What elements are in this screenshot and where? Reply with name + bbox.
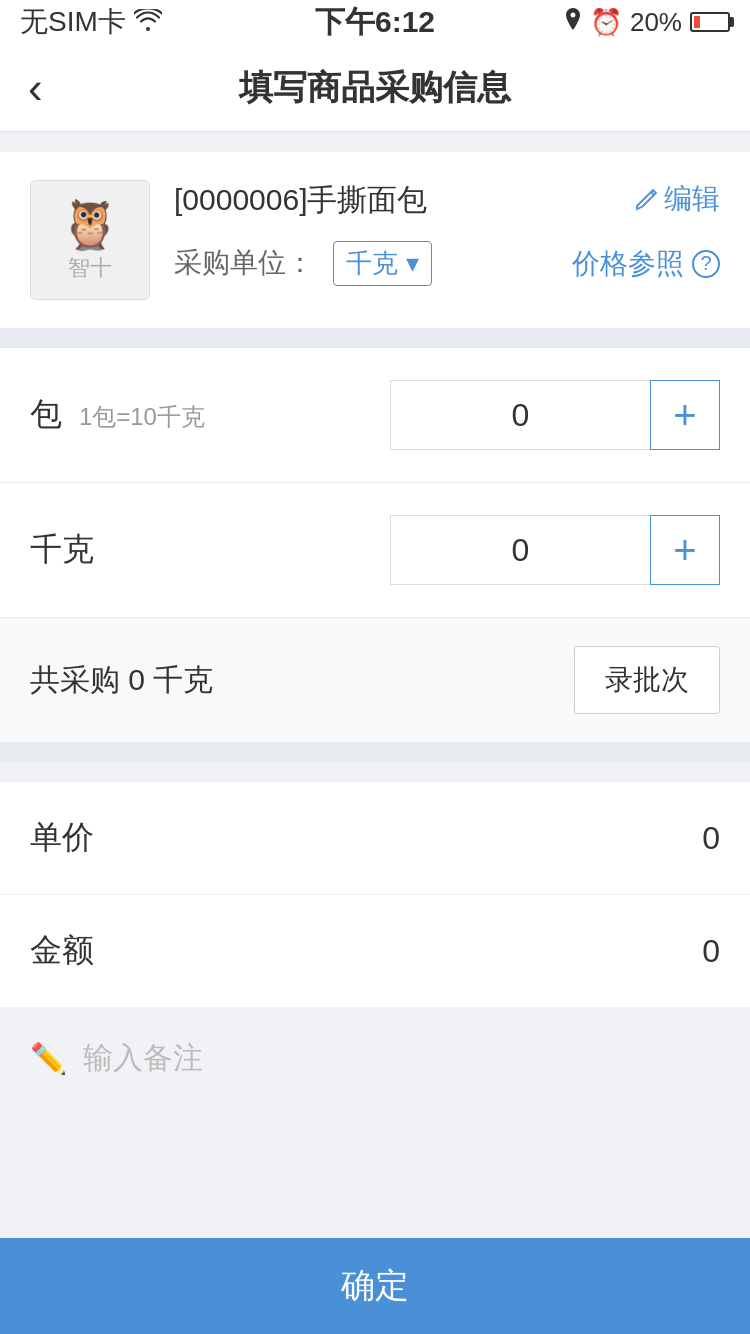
quantity-input-wrap-kg: + [390,515,720,585]
unit-value: 千克 [346,246,398,281]
price-label-unit: 单价 [30,816,702,860]
confirm-button[interactable]: 确定 [341,1263,409,1309]
price-value-unit: 0 [702,820,720,857]
remark-placeholder: 输入备注 [83,1038,203,1079]
price-section: 单价 0 金额 0 [0,782,750,1008]
wifi-icon [134,6,162,38]
product-header: [0000006]手撕面包 编辑 [174,180,720,221]
total-row: 共采购 0 千克 录批次 [0,618,750,742]
total-prefix: 共采购 [30,663,120,696]
alarm-icon: ⏰ [590,7,622,38]
edit-button[interactable]: 编辑 [634,180,720,218]
chevron-down-icon: ▾ [406,248,419,279]
total-unit: 千克 [153,663,213,696]
unit-info: 采购单位： 千克 ▾ [174,241,432,286]
product-name: [0000006]手撕面包 [174,180,634,221]
total-text: 共采购 0 千克 [30,660,574,701]
pencil-icon: ✏️ [30,1041,67,1076]
nav-bar: ‹ 填写商品采购信息 [0,44,750,132]
product-unit-row: 采购单位： 千克 ▾ 价格参照 ? [174,241,720,286]
quantity-input-kg[interactable] [390,515,650,585]
quantity-row-bao: 包 1包=10千克 + [0,348,750,483]
price-label-amount: 金额 [30,929,702,973]
product-image: 🦉 智十 [30,180,150,300]
batch-button[interactable]: 录批次 [574,646,720,714]
location-icon [564,8,582,36]
product-card: 🦉 智十 [0000006]手撕面包 编辑 采购单位： 千克 ▾ [0,152,750,328]
page-title: 填写商品采购信息 [239,65,511,111]
unit-select[interactable]: 千克 ▾ [333,241,432,286]
status-time: 下午6:12 [315,2,435,43]
product-image-label: 智十 [68,253,112,283]
price-row-amount: 金额 0 [0,895,750,1008]
product-info: [0000006]手撕面包 编辑 采购单位： 千克 ▾ 价格参照 ? [174,180,720,286]
info-icon: ? [692,250,720,278]
price-ref-label: 价格参照 [572,245,684,283]
plus-button-bao[interactable]: + [650,380,720,450]
status-left: 无SIM卡 [20,3,162,41]
price-value-amount: 0 [702,933,720,970]
section-divider-1 [0,328,750,348]
status-bar: 无SIM卡 下午6:12 ⏰ 20% [0,0,750,44]
edit-label: 编辑 [664,180,720,218]
quantity-input-bao[interactable] [390,380,650,450]
price-ref-button[interactable]: 价格参照 ? [572,245,720,283]
plus-button-kg[interactable]: + [650,515,720,585]
remark-section[interactable]: ✏️ 输入备注 [0,1008,750,1109]
quantity-row-kg: 千克 + [0,483,750,618]
carrier-text: 无SIM卡 [20,3,126,41]
quantity-sub-label-bao: 1包=10千克 [79,403,205,430]
total-amount: 0 [128,663,145,696]
confirm-button-wrap: 确定 [0,1238,750,1334]
quantity-section: 包 1包=10千克 + 千克 + [0,348,750,618]
section-divider-2 [0,742,750,762]
battery-icon [690,12,730,32]
status-right: ⏰ 20% [564,7,730,38]
unit-label: 采购单位： [174,247,314,278]
price-row-unit: 单价 0 [0,782,750,895]
quantity-input-wrap-bao: + [390,380,720,450]
quantity-label-bao: 包 1包=10千克 [30,393,390,437]
quantity-label-kg: 千克 [30,528,390,572]
battery-text: 20% [630,7,682,38]
product-image-icon: 🦉 [60,197,120,253]
back-button[interactable]: ‹ [28,66,43,110]
